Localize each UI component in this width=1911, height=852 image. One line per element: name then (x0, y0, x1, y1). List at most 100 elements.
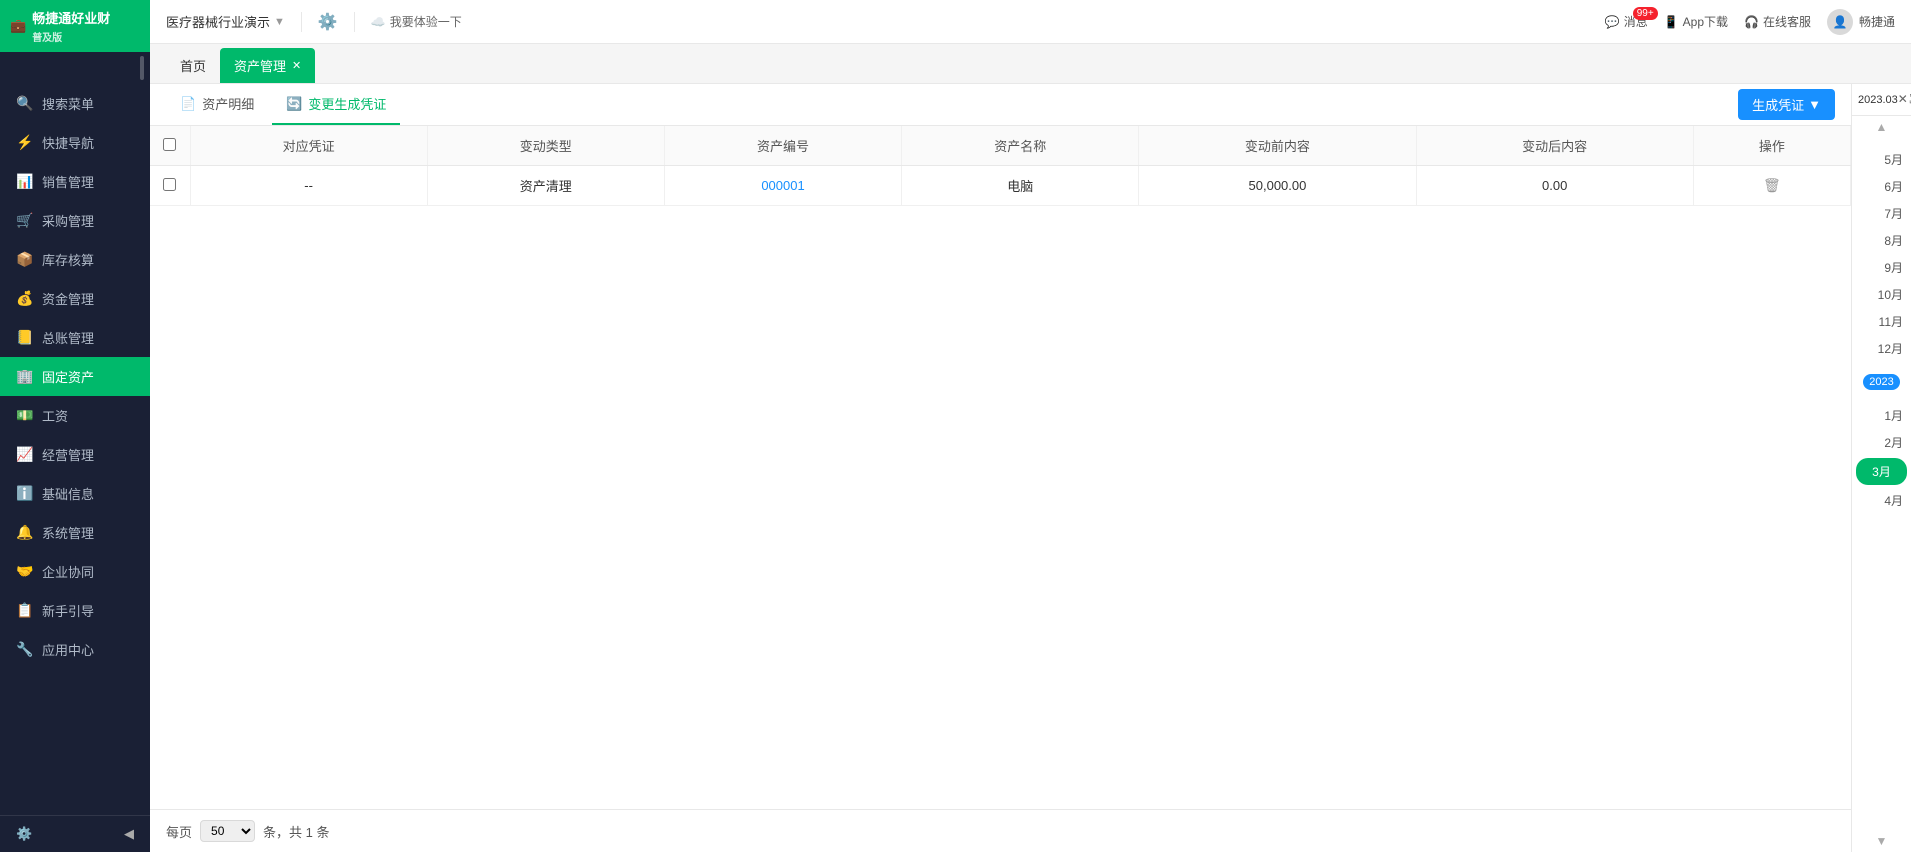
sub-tab-change-voucher[interactable]: 🔄 变更生成凭证 (272, 84, 400, 125)
app-logo: 💼 畅捷通好业财 普及版 (0, 0, 150, 52)
sidebar-label-inventory: 库存核算 (42, 250, 94, 269)
sidebar-item-appcenter[interactable]: 🔧 应用中心 (0, 630, 150, 669)
sidebar-item-sysmanage[interactable]: 🔔 系统管理 (0, 513, 150, 552)
basicinfo-icon: ℹ️ (16, 485, 34, 502)
delete-icon[interactable]: 🗑 (1763, 177, 1781, 193)
col-change-type: 变动类型 (427, 126, 664, 166)
tab-close-icon[interactable]: ✕ (292, 59, 301, 72)
col-action: 操作 (1693, 126, 1850, 166)
sidebar-item-operations[interactable]: 📈 经营管理 (0, 435, 150, 474)
timeline-scroll-up[interactable]: ▲ (1852, 116, 1911, 138)
user-profile[interactable]: 👤 畅捷通 (1827, 9, 1895, 35)
timeline-year-label: 2023.03 (1858, 94, 1898, 106)
settings-icon[interactable]: ⚙️ (16, 826, 32, 842)
feedback-label: 我要体验一下 (390, 13, 462, 30)
topbar-divider-1 (301, 12, 302, 32)
app-name: 畅捷通好业财 (32, 8, 110, 27)
sidebar-label-quicknav: 快捷导航 (42, 133, 94, 152)
sidebar-label-ledger: 总账管理 (42, 328, 94, 347)
timeline-apr[interactable]: 4月 (1852, 487, 1911, 514)
company-name: 医疗器械行业演示 (166, 12, 270, 31)
row-checkbox[interactable] (163, 178, 176, 191)
row-checkbox-cell[interactable] (150, 166, 190, 206)
asset-list-icon: 📄 (180, 96, 196, 112)
sidebar-label-sysmanage: 系统管理 (42, 523, 94, 542)
change-voucher-label: 变更生成凭证 (308, 94, 386, 113)
sidebar-label-enterprise: 企业协同 (42, 562, 94, 581)
sidebar-nav: 🔍 搜索菜单 ⚡ 快捷导航 📊 销售管理 🛒 采购管理 📦 库存核算 💰 资金管… (0, 84, 150, 815)
company-selector[interactable]: 医疗器械行业演示 ▼ (166, 12, 285, 31)
app-download-label: App下载 (1683, 13, 1728, 30)
sidebar-label-salary: 工资 (42, 406, 68, 425)
logo-icon: 💼 (10, 18, 26, 34)
cell-asset-name: 电脑 (902, 166, 1139, 206)
sidebar-item-inventory[interactable]: 📦 库存核算 (0, 240, 150, 279)
generate-dropdown-icon: ▼ (1808, 97, 1821, 112)
table-container: 对应凭证 变动类型 资产编号 资产名称 变动前内容 变动后内容 操作 (150, 126, 1851, 809)
collapse-icon[interactable]: ◀ (124, 826, 134, 842)
sidebar-label-appcenter: 应用中心 (42, 640, 94, 659)
headset-icon: 🎧 (1744, 15, 1759, 29)
search-icon: 🔍 (16, 95, 34, 112)
sidebar-item-purchase[interactable]: 🛒 采购管理 (0, 201, 150, 240)
sidebar-label-search: 搜索菜单 (42, 94, 94, 113)
purchase-icon: 🛒 (16, 212, 34, 229)
sidebar-label-fixedassets: 固定资产 (42, 367, 94, 386)
sidebar-item-quicknav[interactable]: ⚡ 快捷导航 (0, 123, 150, 162)
select-all-header[interactable] (150, 126, 190, 166)
timeline-mar[interactable]: 3月 (1856, 458, 1907, 485)
sidebar-item-search[interactable]: 🔍 搜索菜单 (0, 84, 150, 123)
feedback-btn[interactable]: ☁️ 我要体验一下 (371, 13, 462, 30)
salary-icon: 💵 (16, 407, 34, 424)
timeline-5[interactable]: 5月 (1852, 146, 1911, 173)
sidebar-item-funds[interactable]: 💰 资金管理 (0, 279, 150, 318)
timeline-10[interactable]: 10月 (1852, 281, 1911, 308)
col-before: 变动前内容 (1139, 126, 1416, 166)
timeline-12[interactable]: 12月 (1852, 335, 1911, 362)
main-area: 医疗器械行业演示 ▼ ⚙️ ☁️ 我要体验一下 💬 消息 99+ 📱 App下载… (150, 0, 1911, 852)
message-btn[interactable]: 💬 消息 99+ (1605, 13, 1648, 30)
timeline-11[interactable]: 11月 (1852, 308, 1911, 335)
table-row: -- 资产清理 000001 电脑 50,000.00 0.00 🗑 (150, 166, 1851, 206)
sidebar-item-enterprise[interactable]: 🤝 企业协同 (0, 552, 150, 591)
timeline-6[interactable]: 6月 (1852, 173, 1911, 200)
username: 畅捷通 (1859, 13, 1895, 30)
cell-voucher: -- (190, 166, 427, 206)
sidebar-item-basicinfo[interactable]: ℹ️ 基础信息 (0, 474, 150, 513)
select-all-checkbox[interactable] (163, 138, 176, 151)
timeline-8[interactable]: 8月 (1852, 227, 1911, 254)
sidebar-item-fixedassets[interactable]: 🏢 固定资产 (0, 357, 150, 396)
generate-voucher-btn[interactable]: 生成凭证 ▼ (1738, 89, 1835, 120)
ledger-icon: 📒 (16, 329, 34, 346)
operations-icon: 📈 (16, 446, 34, 463)
nav-tabs: 首页 资产管理 ✕ (150, 44, 1911, 84)
sidebar-item-sales[interactable]: 📊 销售管理 (0, 162, 150, 201)
tab-home[interactable]: 首页 (166, 48, 220, 83)
dropdown-icon: ▼ (274, 16, 285, 28)
settings-gear-icon[interactable]: ⚙️ (318, 12, 338, 32)
avatar: 👤 (1827, 9, 1853, 35)
topbar-right: 💬 消息 99+ 📱 App下载 🎧 在线客服 👤 畅捷通 (1605, 9, 1895, 35)
timeline-9[interactable]: 9月 (1852, 254, 1911, 281)
sidebar-item-ledger[interactable]: 📒 总账管理 (0, 318, 150, 357)
app-download-btn[interactable]: 📱 App下载 (1664, 13, 1728, 30)
current-year-section: 1月 2月 3月 4月 (1852, 398, 1911, 518)
cell-action: 🗑 (1693, 166, 1850, 206)
sidebar-label-operations: 经营管理 (42, 445, 94, 464)
page-size-select[interactable]: 50 100 200 (200, 820, 255, 842)
cell-asset-no: 000001 (664, 166, 901, 206)
tab-asset-manage[interactable]: 资产管理 ✕ (220, 48, 315, 83)
sub-tabs: 📄 资产明细 🔄 变更生成凭证 生成凭证 ▼ (150, 84, 1851, 126)
timeline-jan[interactable]: 1月 (1852, 402, 1911, 429)
home-tab-label: 首页 (180, 56, 206, 75)
close-panel-icon[interactable]: ✕ (1898, 92, 1908, 107)
online-service-btn[interactable]: 🎧 在线客服 (1744, 13, 1811, 30)
timeline-feb[interactable]: 2月 (1852, 429, 1911, 456)
asset-tab-label: 资产管理 (234, 56, 286, 75)
sub-tab-asset-list[interactable]: 📄 资产明细 (166, 84, 268, 125)
timeline-7[interactable]: 7月 (1852, 200, 1911, 227)
sidebar-item-salary[interactable]: 💵 工资 (0, 396, 150, 435)
timeline-scroll-down[interactable]: ▼ (1852, 830, 1911, 852)
cell-after: 0.00 (1416, 166, 1693, 206)
sidebar-item-newguide[interactable]: 📋 新手引导 (0, 591, 150, 630)
